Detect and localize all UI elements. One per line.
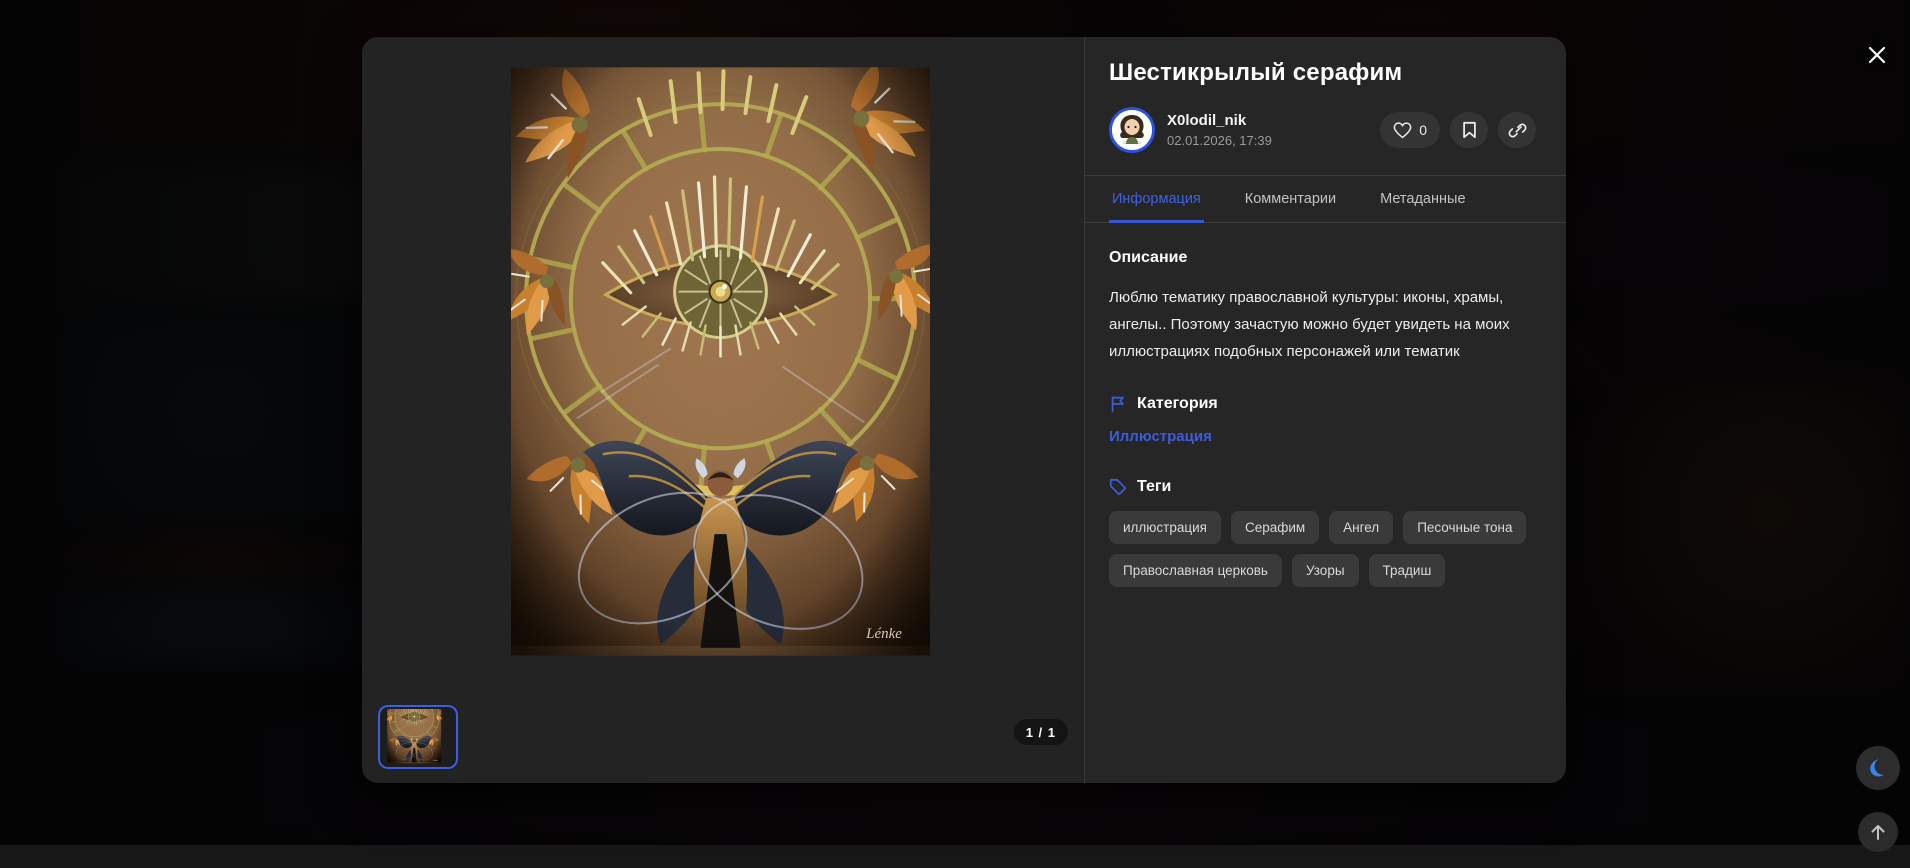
- artwork-image[interactable]: [511, 67, 930, 656]
- tag-chip[interactable]: Традиш: [1368, 554, 1446, 587]
- author-name[interactable]: X0lodil_nik: [1167, 112, 1272, 129]
- link-icon: [1508, 123, 1526, 137]
- avatar-image: [1112, 110, 1152, 150]
- tags-section: Теги иллюстрация Серафим Ангел Песочные …: [1109, 478, 1536, 587]
- artwork-modal: 1 / 1 Шестикрылый серафим X0lodil_nik 02…: [362, 37, 1566, 783]
- thumbnail-selected[interactable]: [378, 705, 458, 769]
- tab-metadata[interactable]: Метаданные: [1377, 176, 1468, 223]
- tags-heading: Теги: [1137, 478, 1172, 495]
- close-icon: [1868, 46, 1886, 64]
- tag-chip[interactable]: Песочные тона: [1403, 511, 1527, 544]
- like-button[interactable]: 0: [1380, 112, 1440, 148]
- page-counter: 1 / 1: [1013, 719, 1068, 745]
- page: Lénke 1 / 1 Шестикрылый серафим: [0, 0, 1910, 868]
- flag-icon: [1111, 396, 1124, 413]
- bookmark-icon: [1462, 121, 1476, 139]
- category-section: Категория Иллюстрация: [1109, 395, 1536, 446]
- author-row: X0lodil_nik 02.01.2026, 17:39 0: [1109, 107, 1536, 153]
- author-avatar[interactable]: [1109, 107, 1155, 153]
- tag-icon: [1109, 478, 1126, 495]
- artwork-title: Шестикрылый серафим: [1109, 59, 1403, 86]
- thumbnail-image: [382, 709, 454, 765]
- tag-chip[interactable]: Ангел: [1329, 511, 1394, 544]
- arrow-up-icon: [1871, 825, 1885, 840]
- theme-toggle-button[interactable]: [1856, 746, 1900, 790]
- share-link-button[interactable]: [1498, 112, 1536, 148]
- close-button[interactable]: [1855, 33, 1899, 77]
- tab-bar: Информация Комментарии Метаданные: [1085, 175, 1566, 223]
- like-count: 0: [1419, 122, 1427, 138]
- scroll-top-button[interactable]: [1858, 812, 1898, 852]
- description-text: Люблю тематику православной культуры: ик…: [1109, 289, 1510, 360]
- category-link[interactable]: Иллюстрация: [1109, 428, 1212, 445]
- action-buttons: 0: [1380, 112, 1536, 148]
- tag-chip[interactable]: Православная церковь: [1109, 554, 1282, 587]
- tab-information[interactable]: Информация: [1109, 176, 1204, 223]
- description-heading: Описание: [1109, 249, 1188, 266]
- tag-chip[interactable]: иллюстрация: [1109, 511, 1221, 544]
- moon-icon: [1870, 759, 1884, 777]
- category-heading: Категория: [1137, 395, 1218, 412]
- bookmark-button[interactable]: [1450, 112, 1488, 148]
- info-panel: Шестикрылый серафим X0lodil_nik 02.01.20…: [1084, 37, 1566, 783]
- image-viewer: 1 / 1: [362, 37, 1084, 783]
- tag-chips: иллюстрация Серафим Ангел Песочные тона …: [1109, 511, 1536, 587]
- heart-icon: [1393, 121, 1412, 138]
- publish-date: 02.01.2026, 17:39: [1167, 133, 1272, 148]
- tag-chip[interactable]: Узоры: [1291, 554, 1359, 587]
- tag-chip[interactable]: Серафим: [1230, 511, 1320, 544]
- tab-comments[interactable]: Комментарии: [1242, 176, 1339, 223]
